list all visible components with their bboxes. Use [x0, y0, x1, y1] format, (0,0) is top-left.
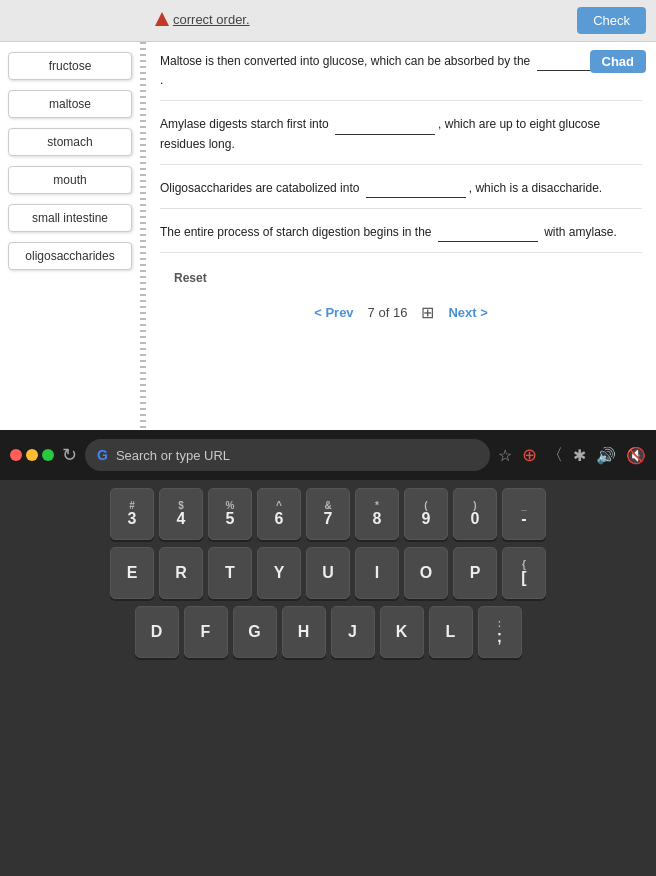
key-h[interactable]: H	[282, 606, 326, 658]
blank-2[interactable]	[335, 134, 435, 135]
key-o[interactable]: O	[404, 547, 448, 599]
taskbar-right: ☆ ⊕ 〈 ✱ 🔊 🔇	[498, 444, 646, 466]
key-9[interactable]: ( 9	[404, 488, 448, 540]
dot-red	[10, 449, 22, 461]
drag-item-oligosaccharides[interactable]: oligosaccharides	[8, 242, 132, 270]
blank-3[interactable]	[366, 197, 466, 198]
key-row-numbers: # 3 $ 4 % 5 ^ 6 & 7 * 8	[12, 488, 644, 540]
correct-order-label: correct order.	[173, 12, 250, 27]
search-placeholder: Search or type URL	[116, 448, 230, 463]
key-p[interactable]: P	[453, 547, 497, 599]
key-0[interactable]: ) 0	[453, 488, 497, 540]
question-3: Oligosaccharides are catabolized into , …	[160, 179, 642, 209]
settings-icon[interactable]: ✱	[573, 446, 586, 465]
icon-left	[155, 12, 169, 26]
key-dash[interactable]: _ -	[502, 488, 546, 540]
key-j[interactable]: J	[331, 606, 375, 658]
key-f[interactable]: F	[184, 606, 228, 658]
left-bracket-icon[interactable]: 〈	[547, 445, 563, 466]
drag-item-maltose[interactable]: maltose	[8, 90, 132, 118]
drag-item-small-intestine[interactable]: small intestine	[8, 204, 132, 232]
star-icon[interactable]: ☆	[498, 446, 512, 465]
drag-items-sidebar: fructose maltose stomach mouth small int…	[0, 42, 140, 430]
question-1: Maltose is then converted into glucose, …	[160, 52, 642, 101]
key-g[interactable]: G	[233, 606, 277, 658]
key-i[interactable]: I	[355, 547, 399, 599]
add-icon[interactable]: ⊕	[522, 444, 537, 466]
browser-area: correct order. Check Chad fructose malto…	[0, 0, 656, 430]
drag-item-fructose[interactable]: fructose	[8, 52, 132, 80]
content-area: fructose maltose stomach mouth small int…	[0, 42, 656, 430]
key-e[interactable]: E	[110, 547, 154, 599]
grid-icon[interactable]: ⊞	[421, 303, 434, 322]
questions-area: Maltose is then converted into glucose, …	[146, 42, 656, 430]
key-bracket[interactable]: { [	[502, 547, 546, 599]
drag-item-mouth[interactable]: mouth	[8, 166, 132, 194]
volume-icon[interactable]: 🔊	[596, 446, 616, 465]
keyboard-wrapper: # 3 $ 4 % 5 ^ 6 & 7 * 8	[0, 480, 656, 876]
key-6[interactable]: ^ 6	[257, 488, 301, 540]
check-button[interactable]: Check	[577, 7, 646, 34]
blank-4[interactable]	[438, 241, 538, 242]
question-2: Amylase digests starch first into , whic…	[160, 115, 642, 164]
dot-yellow	[26, 449, 38, 461]
keyboard-area: ↻ G Search or type URL ☆ ⊕ 〈 ✱ 🔊 🔇 # 3 $…	[0, 430, 656, 876]
key-5[interactable]: % 5	[208, 488, 252, 540]
refresh-icon[interactable]: ↻	[62, 444, 77, 466]
prev-button[interactable]: < Prev	[314, 305, 353, 320]
key-k[interactable]: K	[380, 606, 424, 658]
key-y[interactable]: Y	[257, 547, 301, 599]
user-badge: Chad	[590, 50, 647, 73]
key-semicolon[interactable]: : ;	[478, 606, 522, 658]
page-info: 7 of 16	[368, 305, 408, 320]
mute-icon[interactable]: 🔇	[626, 446, 646, 465]
key-7[interactable]: & 7	[306, 488, 350, 540]
key-8[interactable]: * 8	[355, 488, 399, 540]
key-d[interactable]: D	[135, 606, 179, 658]
url-bar[interactable]: G Search or type URL	[85, 439, 490, 471]
key-row-ertyuiop: E R T Y U I O P { [	[12, 547, 644, 599]
key-u[interactable]: U	[306, 547, 350, 599]
total-pages: 16	[393, 305, 407, 320]
next-button[interactable]: Next >	[448, 305, 487, 320]
question-4: The entire process of starch digestion b…	[160, 223, 642, 253]
drag-item-stomach[interactable]: stomach	[8, 128, 132, 156]
key-t[interactable]: T	[208, 547, 252, 599]
key-row-dfghjkl: D F G H J K L : ;	[12, 606, 644, 658]
key-l[interactable]: L	[429, 606, 473, 658]
dot-green	[42, 449, 54, 461]
current-page: 7	[368, 305, 375, 320]
taskbar: ↻ G Search or type URL ☆ ⊕ 〈 ✱ 🔊 🔇	[0, 430, 656, 480]
key-r[interactable]: R	[159, 547, 203, 599]
google-logo: G	[97, 447, 108, 463]
top-bar: correct order. Check	[0, 0, 656, 42]
key-3[interactable]: # 3	[110, 488, 154, 540]
key-4[interactable]: $ 4	[159, 488, 203, 540]
pagination: < Prev 7 of 16 ⊞ Next >	[160, 303, 642, 322]
reset-button[interactable]: Reset	[174, 271, 642, 285]
taskbar-icons-left	[10, 449, 54, 461]
